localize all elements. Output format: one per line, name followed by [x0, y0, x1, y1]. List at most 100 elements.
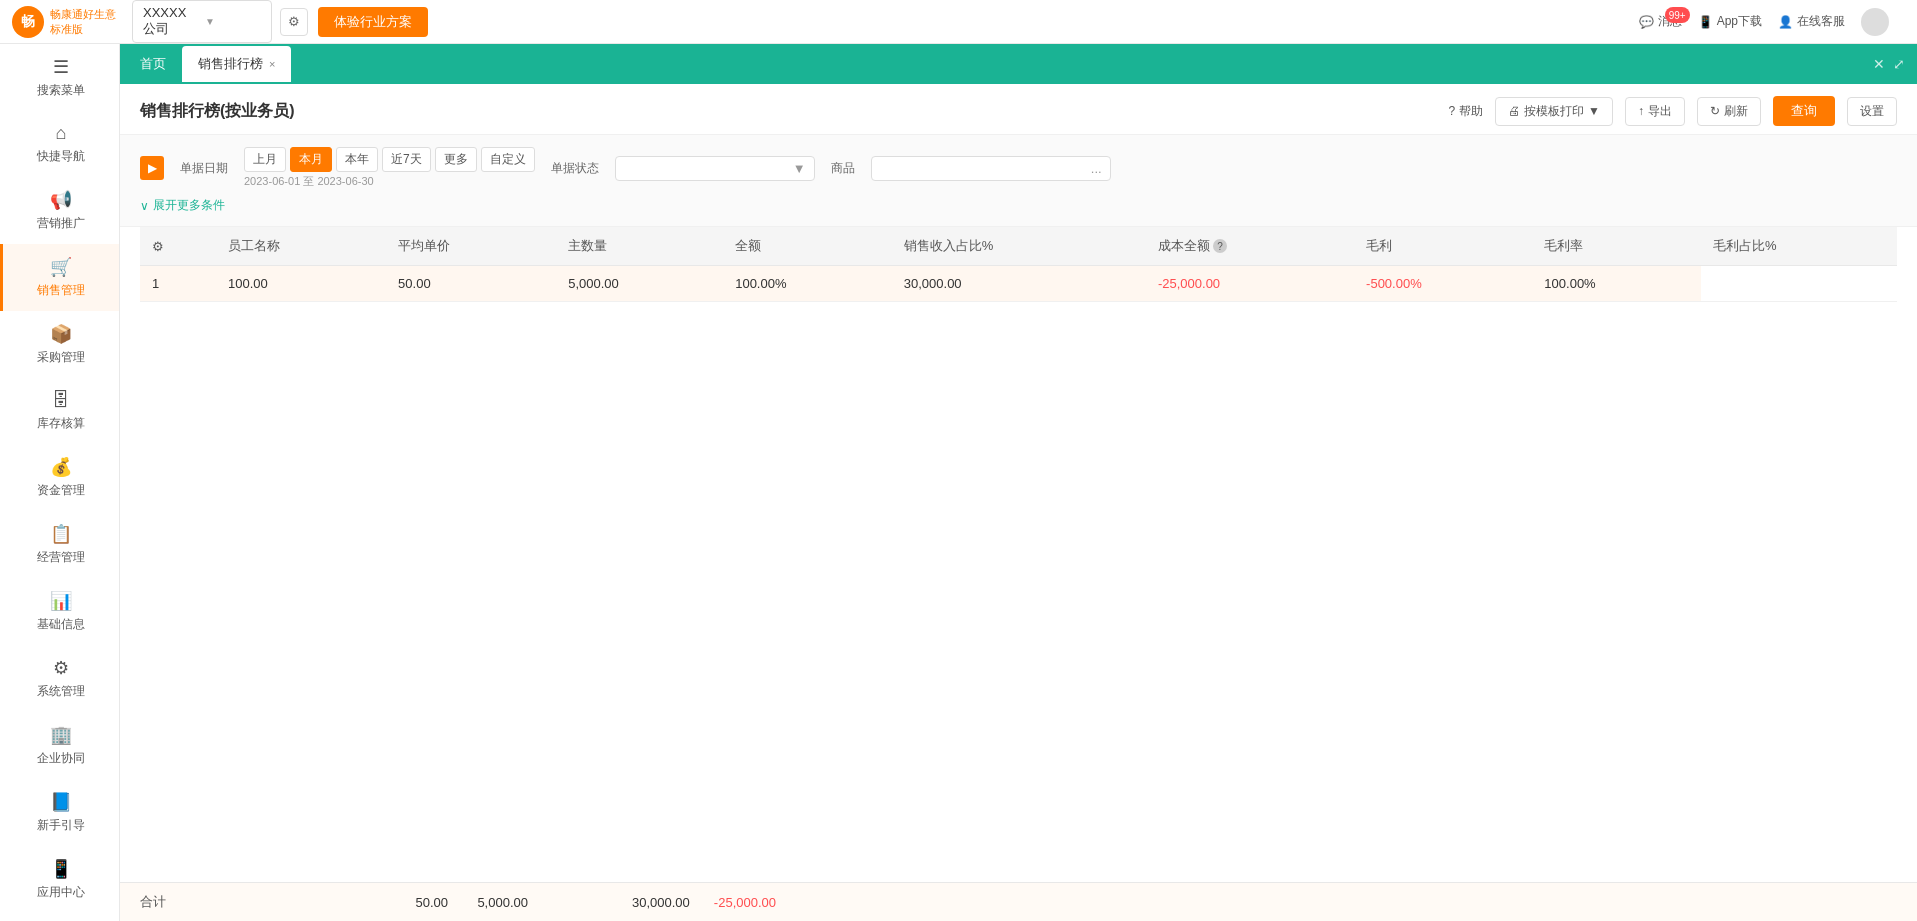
gear-icon[interactable]: ⚙ [280, 8, 308, 36]
print-template-button[interactable]: 🖨 按模板打印 ▼ [1495, 97, 1613, 126]
top-header: 畅 畅康通好生意 标准版 XXXXX公司 ▼ ⚙ 体验行业方案 💬 消息 99+… [0, 0, 1917, 44]
sidebar-item-label: 快捷导航 [37, 148, 85, 165]
status-selector[interactable]: ▼ [615, 156, 815, 181]
cell-amount: 5,000.00 [556, 266, 723, 302]
cost-info-icon[interactable]: ? [1213, 239, 1227, 253]
goods-input[interactable]: ... [871, 156, 1111, 181]
date-buttons: 上月 本月 本年 近7天 更多 自定义 [244, 147, 535, 172]
sidebar-item-marketing[interactable]: 📢 营销推广 [0, 177, 119, 244]
online-service-button[interactable]: 👤 在线客服 [1778, 13, 1845, 30]
date-custom-button[interactable]: 自定义 [481, 147, 535, 172]
header-right: 💬 消息 99+ 📱 App下载 👤 在线客服 [1639, 8, 1905, 36]
tab-home[interactable]: 首页 [124, 46, 182, 82]
guide-icon: 📘 [50, 791, 72, 813]
more-icon: ... [1091, 161, 1102, 176]
sidebar-item-wechat[interactable]: 💬 企业微信 [0, 913, 119, 921]
date-current-month-button[interactable]: 本月 [290, 147, 332, 172]
company-selector[interactable]: XXXXX公司 ▼ [132, 0, 272, 43]
enterprise-icon: 🏢 [50, 724, 72, 746]
industry-button[interactable]: 体验行业方案 [318, 7, 428, 37]
tab-sales-ranking[interactable]: 销售排行榜 × [182, 46, 291, 82]
refresh-icon: ↻ [1710, 104, 1720, 118]
sidebar-item-operations[interactable]: 📋 经营管理 [0, 511, 119, 578]
tab-expand-button[interactable]: ⤢ [1893, 56, 1905, 72]
export-button[interactable]: ↑ 导出 [1625, 97, 1685, 126]
cell-employee [176, 266, 216, 302]
date-prev-month-button[interactable]: 上月 [244, 147, 286, 172]
cell-cost: 30,000.00 [892, 266, 1146, 302]
sidebar-item-label: 营销推广 [37, 215, 85, 232]
col-qty: 主数量 [556, 227, 723, 266]
cell-avg-price: 100.00 [216, 266, 386, 302]
page-header: 销售排行榜(按业务员) ? 帮助 🖨 按模板打印 ▼ ↑ 导出 [120, 84, 1917, 135]
tab-bar: 首页 销售排行榜 × ✕ ⤢ [120, 44, 1917, 84]
sidebar-item-enterprise[interactable]: 🏢 企业协同 [0, 712, 119, 779]
filter-area: ▶ 单据日期 上月 本月 本年 近7天 更多 自定义 [120, 135, 1917, 227]
sidebar-item-label: 系统管理 [37, 683, 85, 700]
sidebar-item-basics[interactable]: 📊 基础信息 [0, 578, 119, 645]
sidebar-item-sales[interactable]: 🛒 销售管理 [0, 244, 119, 311]
avatar[interactable] [1861, 8, 1889, 36]
help-icon: ? [1448, 104, 1455, 118]
sidebar-item-apps[interactable]: 📱 应用中心 [0, 846, 119, 913]
chevron-down-icon: ▼ [1588, 104, 1600, 118]
date-more-button[interactable]: 更多 [435, 147, 477, 172]
page-content: 销售排行榜(按业务员) ? 帮助 🖨 按模板打印 ▼ ↑ 导出 [120, 84, 1917, 921]
footer-empty2 [300, 895, 380, 910]
tab-bar-right: ✕ ⤢ [1873, 56, 1913, 72]
col-avg-price: 平均单价 [386, 227, 556, 266]
tab-close-all-button[interactable]: ✕ [1873, 56, 1885, 72]
col-rank [176, 227, 216, 266]
sidebar-item-inventory[interactable]: 🗄 库存核算 [0, 378, 119, 444]
settings-button[interactable]: 设置 [1847, 97, 1897, 126]
finance-icon: 💰 [50, 456, 72, 478]
filter-expand-icon[interactable]: ▶ [140, 156, 164, 180]
footer-amount: 5,000.00 [460, 895, 540, 910]
table-header-row: ⚙ 员工名称 平均单价 主数量 全额 销售收入占比% 成本全额 ? 毛利 毛利率… [140, 227, 1897, 266]
sidebar-item-system[interactable]: ⚙ 系统管理 [0, 645, 119, 712]
sidebar-item-label: 销售管理 [37, 282, 85, 299]
marketing-icon: 📢 [50, 189, 72, 211]
apps-icon: 📱 [50, 858, 72, 880]
data-table: ⚙ 员工名称 平均单价 主数量 全额 销售收入占比% 成本全额 ? 毛利 毛利率… [140, 227, 1897, 302]
refresh-button[interactable]: ↻ 刷新 [1697, 97, 1761, 126]
sales-icon: 🛒 [50, 256, 72, 278]
query-button[interactable]: 查询 [1773, 96, 1835, 126]
sidebar-item-quick-nav[interactable]: ⌂ 快捷导航 [0, 111, 119, 177]
cell-gross-margin: -500.00% [1354, 266, 1532, 302]
chevron-down-icon: ▼ [205, 16, 261, 27]
sidebar-item-guide[interactable]: 📘 新手引导 [0, 779, 119, 846]
col-employee: 员工名称 [216, 227, 386, 266]
export-icon: ↑ [1638, 104, 1644, 118]
main-layout: ☰ 搜索菜单 ⌂ 快捷导航 📢 营销推广 🛒 销售管理 📦 采购管理 🗄 库存核… [0, 44, 1917, 921]
sidebar-item-label: 采购管理 [37, 349, 85, 366]
footer-empty3 [540, 895, 620, 910]
sidebar-item-search-order[interactable]: ☰ 搜索菜单 [0, 44, 119, 111]
print-icon: 🖨 [1508, 104, 1520, 118]
search-order-icon: ☰ [53, 56, 69, 78]
sidebar-item-finance[interactable]: 💰 资金管理 [0, 444, 119, 511]
footer-values: 50.00 5,000.00 30,000.00 -25,000.00 [220, 895, 1897, 910]
col-gross-ratio: 毛利占比% [1701, 227, 1897, 266]
col-settings[interactable]: ⚙ [140, 227, 176, 266]
date-last-7days-button[interactable]: 近7天 [382, 147, 431, 172]
help-button[interactable]: ? 帮助 [1448, 103, 1483, 120]
chevron-down-icon: ∨ [140, 199, 149, 213]
filter-row: ▶ 单据日期 上月 本月 本年 近7天 更多 自定义 [140, 147, 1897, 189]
message-button[interactable]: 💬 消息 99+ [1639, 13, 1682, 30]
sidebar-item-label: 库存核算 [37, 415, 85, 432]
date-current-year-button[interactable]: 本年 [336, 147, 378, 172]
sidebar-item-label: 新手引导 [37, 817, 85, 834]
status-filter-label: 单据状态 [551, 160, 599, 177]
page-title: 销售排行榜(按业务员) [140, 101, 295, 122]
app-download-button[interactable]: 📱 App下载 [1698, 13, 1762, 30]
expand-conditions-button[interactable]: ∨ 展开更多条件 [140, 197, 1897, 214]
operations-icon: 📋 [50, 523, 72, 545]
col-gross-profit: 毛利 [1354, 227, 1532, 266]
sidebar-item-purchase[interactable]: 📦 采购管理 [0, 311, 119, 378]
service-icon: 👤 [1778, 15, 1793, 29]
quick-nav-icon: ⌂ [56, 123, 67, 144]
goods-filter-label: 商品 [831, 160, 855, 177]
tab-close-icon[interactable]: × [269, 58, 275, 70]
date-range-display: 2023-06-01 至 2023-06-30 [244, 174, 535, 189]
